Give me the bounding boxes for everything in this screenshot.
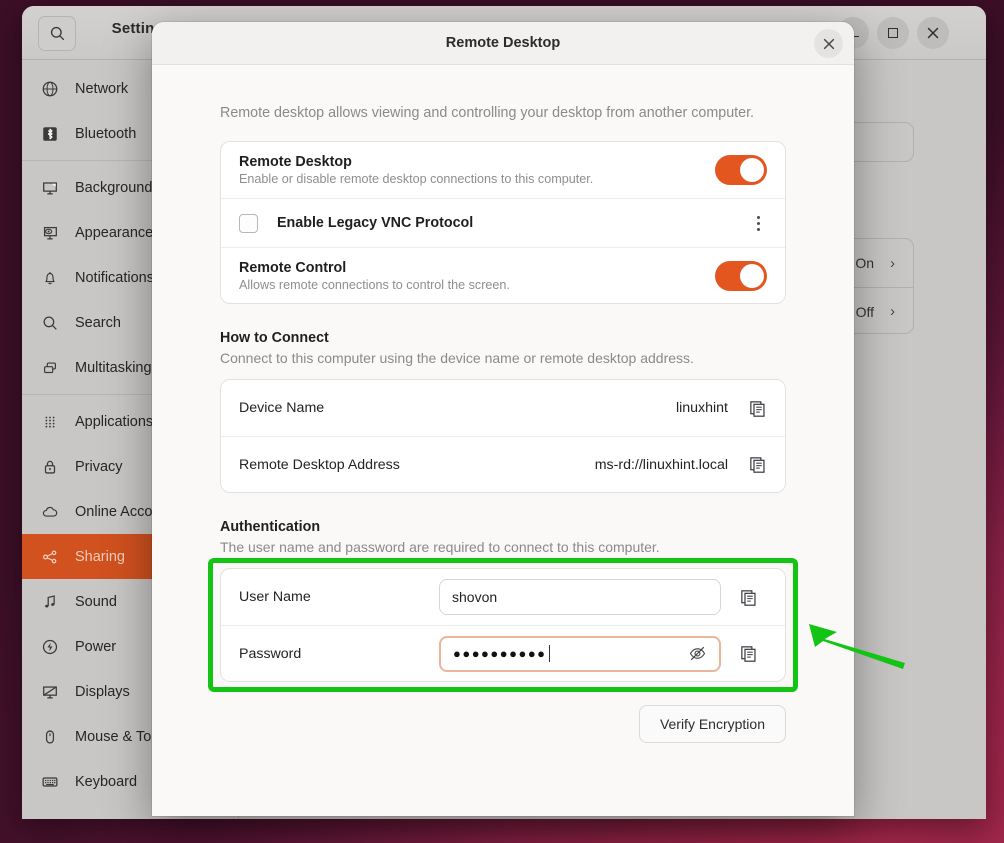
mouse-icon	[40, 727, 59, 746]
sidebar-item-label: Printers	[75, 819, 125, 820]
window-close-button[interactable]	[917, 17, 949, 49]
toggle-knob	[740, 263, 764, 288]
copy-icon[interactable]	[748, 455, 767, 474]
remote-control-row-text: Remote Control Allows remote connections…	[239, 260, 715, 292]
printer-icon	[40, 817, 59, 819]
copy-icon[interactable]	[748, 399, 767, 418]
remote-control-row-title: Remote Control	[239, 259, 347, 276]
keyboard-icon	[40, 772, 59, 791]
password-label: Password	[239, 645, 302, 662]
sidebar-item-label: Search	[75, 314, 121, 331]
music-note-icon	[40, 592, 59, 611]
authentication-subtitle: The user name and password are required …	[220, 539, 660, 556]
device-name-label: Device Name	[239, 400, 325, 417]
displays-icon	[40, 682, 59, 701]
remote-desktop-address-value: ms-rd://linuxhint.local	[594, 456, 728, 473]
password-input[interactable]: ●●●●●●●●●●	[439, 635, 721, 672]
close-icon	[927, 27, 939, 39]
kebab-dot	[756, 227, 760, 231]
how-to-connect-subtitle: Connect to this computer using the devic…	[220, 350, 694, 367]
sidebar-item-label: Sharing	[75, 548, 125, 565]
sidebar-item-label: Applications	[75, 413, 154, 430]
device-name-value: linuxhint	[675, 400, 728, 417]
remote-desktop-row-title: Remote Desktop	[239, 154, 352, 171]
bell-icon	[40, 268, 59, 287]
password-row: Password ●●●●●●●●●●	[221, 625, 785, 681]
background-row-value: On	[855, 255, 874, 271]
sidebar-item-label: Appearance	[75, 224, 154, 241]
kebab-menu-icon[interactable]	[749, 215, 767, 231]
text-caret	[548, 645, 550, 663]
remote-desktop-toggles-card: Remote Desktop Enable or disable remote …	[220, 141, 786, 305]
sidebar-item-label: Notifications	[75, 269, 154, 286]
remote-desktop-address-label: Remote Desktop Address	[239, 456, 400, 473]
remote-desktop-toggle[interactable]	[715, 155, 767, 186]
sidebar-item-label: Keyboard	[75, 773, 138, 790]
kebab-dot	[756, 221, 760, 225]
monitor-icon	[40, 178, 59, 197]
windows-icon	[40, 358, 59, 377]
authentication-card: User Name shovon Password ●●●●●●●●●●	[220, 568, 786, 683]
close-icon	[823, 38, 834, 49]
eye-slash-icon[interactable]	[688, 644, 707, 663]
sidebar-item-label: Background	[75, 179, 153, 196]
chevron-right-icon: ›	[890, 303, 895, 320]
legacy-vnc-label: Enable Legacy VNC Protocol	[277, 215, 474, 232]
maximize-button[interactable]	[877, 17, 909, 49]
legacy-vnc-checkbox[interactable]	[239, 213, 258, 233]
remote-control-row: Remote Control Allows remote connections…	[221, 247, 785, 303]
toggle-knob	[740, 158, 764, 183]
remote-control-toggle[interactable]	[715, 260, 767, 291]
sidebar-item-label: Sound	[75, 593, 117, 610]
magnifier-icon	[40, 313, 59, 332]
device-name-row: Device Name linuxhint	[221, 380, 785, 436]
green-annotation-arrow	[809, 624, 905, 669]
bluetooth-icon	[40, 124, 59, 143]
legacy-vnc-row: Enable Legacy VNC Protocol	[221, 198, 785, 247]
sidebar-item-label: Multitasking	[75, 359, 152, 376]
copy-icon[interactable]	[739, 644, 758, 663]
share-icon	[40, 547, 59, 566]
power-bolt-icon	[40, 637, 59, 656]
dialog-close-button[interactable]	[814, 29, 843, 58]
remote-control-row-subtitle: Allows remote connections to control the…	[239, 277, 510, 292]
authentication-highlight-wrapper: User Name shovon Password ●●●●●●●●●●	[208, 558, 798, 693]
kebab-dot	[756, 215, 760, 219]
remote-desktop-row: Remote Desktop Enable or disable remote …	[221, 142, 785, 198]
sidebar-item-label: Displays	[75, 683, 130, 700]
maximize-icon	[888, 28, 898, 38]
dialog-body: Remote desktop allows viewing and contro…	[152, 65, 854, 744]
lock-icon	[40, 457, 59, 476]
remote-desktop-row-subtitle: Enable or disable remote desktop connect…	[239, 172, 594, 187]
sidebar-item-label: Privacy	[75, 458, 123, 475]
how-to-connect-card: Device Name linuxhint Remote Desktop Add…	[220, 379, 786, 494]
dialog-intro-text: Remote desktop allows viewing and contro…	[220, 105, 755, 121]
sidebar-item-label: Network	[75, 80, 129, 97]
password-value: ●●●●●●●●●●	[453, 646, 547, 662]
appearance-icon	[40, 223, 59, 242]
username-input[interactable]: shovon	[439, 579, 721, 616]
dialog-header: Remote Desktop	[152, 22, 854, 65]
remote-desktop-address-row: Remote Desktop Address ms-rd://linuxhint…	[221, 436, 785, 492]
sidebar-item-label: Bluetooth	[75, 125, 137, 142]
authentication-heading: Authentication	[220, 519, 321, 536]
remote-desktop-dialog: Remote Desktop Remote desktop allows vie…	[152, 22, 854, 816]
verify-row: Verify Encryption	[220, 705, 786, 744]
globe-icon	[40, 79, 59, 98]
cloud-icon	[40, 502, 59, 521]
how-to-connect-heading: How to Connect	[220, 330, 329, 347]
verify-encryption-button[interactable]: Verify Encryption	[638, 705, 786, 744]
sidebar-item-label: Power	[75, 638, 117, 655]
username-row: User Name shovon	[221, 569, 785, 625]
grid-dots-icon	[40, 412, 59, 431]
copy-icon[interactable]	[739, 588, 758, 607]
remote-desktop-row-text: Remote Desktop Enable or disable remote …	[239, 154, 715, 186]
background-row-value: Off	[855, 303, 874, 320]
chevron-right-icon: ›	[890, 254, 895, 272]
dialog-title: Remote Desktop	[445, 35, 561, 51]
username-value: shovon	[452, 589, 498, 606]
username-label: User Name	[239, 589, 311, 606]
